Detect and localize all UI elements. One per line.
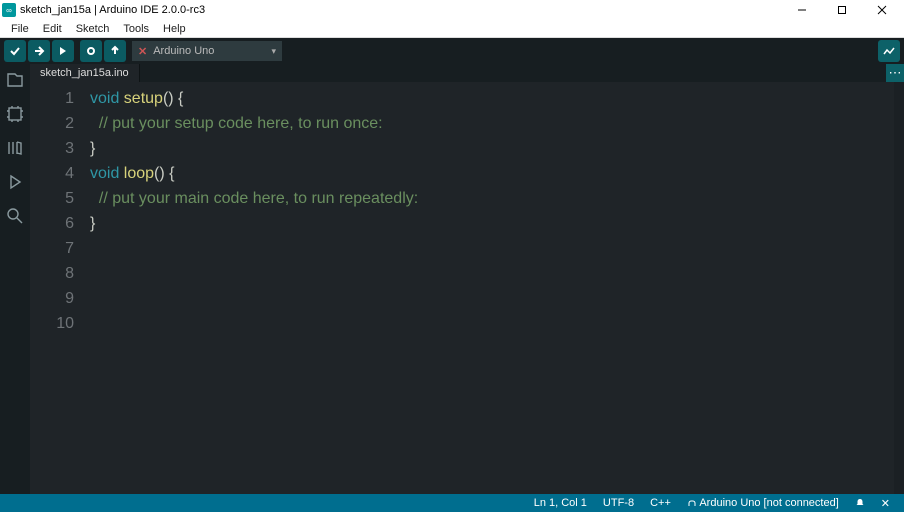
maximize-button[interactable]: [822, 0, 862, 20]
window-title: sketch_jan15a | Arduino IDE 2.0.0-rc3: [20, 4, 782, 16]
menubar: File Edit Sketch Tools Help: [0, 20, 904, 38]
activity-bar: [0, 64, 30, 494]
minimap[interactable]: [894, 82, 904, 494]
status-bar: Ln 1, Col 1 UTF-8 C++ Arduino Uno [not c…: [0, 494, 904, 512]
board-disconnected-icon: ✕: [138, 45, 147, 58]
status-close-icon[interactable]: ✕: [873, 497, 898, 510]
more-actions-button[interactable]: ⋯: [886, 64, 904, 82]
editor-tabs: sketch_jan15a.ino ⋯: [30, 64, 904, 82]
status-encoding[interactable]: UTF-8: [595, 497, 642, 509]
boards-manager-icon[interactable]: [5, 104, 25, 124]
status-cursor-pos[interactable]: Ln 1, Col 1: [526, 497, 595, 509]
debug-button[interactable]: [52, 40, 74, 62]
library-manager-icon[interactable]: [5, 138, 25, 158]
code-lines[interactable]: void setup() { // put your setup code he…: [90, 82, 894, 494]
window-titlebar: ∞ sketch_jan15a | Arduino IDE 2.0.0-rc3: [0, 0, 904, 20]
debugger-button[interactable]: [80, 40, 102, 62]
search-icon[interactable]: [5, 206, 25, 226]
status-board[interactable]: Arduino Uno [not connected]: [679, 497, 847, 509]
debug-icon[interactable]: [5, 172, 25, 192]
chevron-down-icon: ▾: [271, 46, 276, 57]
line-gutter: 12345678910: [30, 82, 90, 494]
minimize-button[interactable]: [782, 0, 822, 20]
open-button[interactable]: [104, 40, 126, 62]
app-icon: ∞: [2, 3, 16, 17]
menu-edit[interactable]: Edit: [36, 23, 69, 35]
status-language[interactable]: C++: [642, 497, 679, 509]
notifications-button[interactable]: [847, 497, 873, 509]
verify-button[interactable]: [4, 40, 26, 62]
board-name: Arduino Uno: [153, 45, 214, 57]
code-area[interactable]: 12345678910 void setup() { // put your s…: [30, 82, 904, 494]
board-selector[interactable]: ✕ Arduino Uno ▾: [132, 41, 282, 61]
close-button[interactable]: [862, 0, 902, 20]
upload-button[interactable]: [28, 40, 50, 62]
menu-help[interactable]: Help: [156, 23, 193, 35]
editor: sketch_jan15a.ino ⋯ 12345678910 void set…: [30, 64, 904, 494]
serial-plotter-button[interactable]: [878, 40, 900, 62]
sketchbook-icon[interactable]: [5, 70, 25, 90]
menu-file[interactable]: File: [4, 23, 36, 35]
menu-tools[interactable]: Tools: [116, 23, 156, 35]
menu-sketch[interactable]: Sketch: [69, 23, 117, 35]
editor-tab[interactable]: sketch_jan15a.ino: [30, 64, 140, 82]
toolbar: ✕ Arduino Uno ▾: [0, 38, 904, 64]
